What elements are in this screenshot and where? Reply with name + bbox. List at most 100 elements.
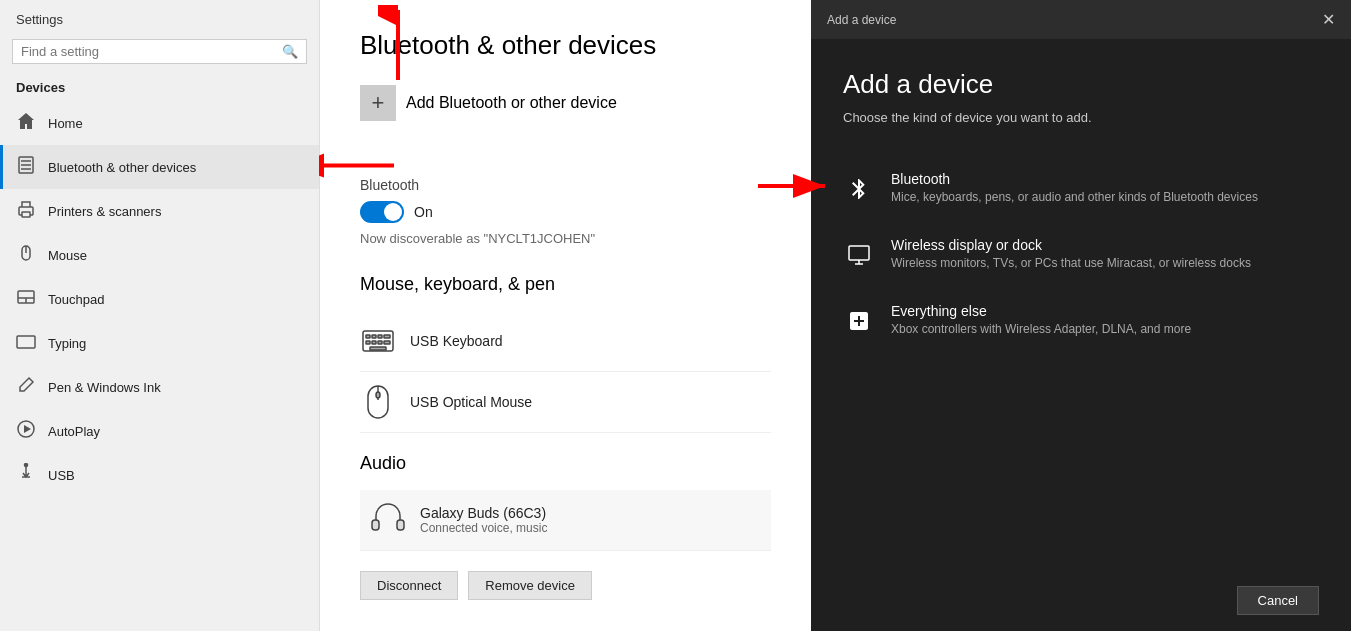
add-device-label: Add Bluetooth or other device — [406, 94, 617, 112]
monitor-icon — [843, 239, 875, 271]
cancel-button[interactable]: Cancel — [1237, 586, 1319, 615]
svg-rect-42 — [849, 246, 869, 260]
svg-rect-33 — [384, 341, 390, 344]
list-item: USB Keyboard — [360, 311, 771, 372]
subsection-title-audio: Audio — [360, 453, 771, 474]
device-name: USB Optical Mouse — [410, 394, 532, 410]
list-item: Galaxy Buds (66C3) Connected voice, musi… — [360, 490, 771, 551]
autoplay-icon — [16, 419, 36, 443]
sidebar-item-printers[interactable]: Printers & scanners — [0, 189, 319, 233]
sidebar-item-label: Printers & scanners — [48, 204, 161, 219]
typing-icon — [16, 331, 36, 355]
wireless-display-option[interactable]: Wireless display or dock Wireless monito… — [843, 221, 1319, 287]
overlay-footer: Cancel — [811, 570, 1351, 631]
plus-icon — [843, 305, 875, 337]
subsection-title-mouse: Mouse, keyboard, & pen — [360, 274, 771, 295]
option-sub: Xbox controllers with Wireless Adapter, … — [891, 322, 1191, 336]
sidebar-item-label: Touchpad — [48, 292, 104, 307]
svg-point-37 — [376, 392, 380, 398]
sidebar-item-touchpad[interactable]: Touchpad — [0, 277, 319, 321]
svg-rect-27 — [372, 335, 376, 338]
svg-rect-31 — [372, 341, 376, 344]
svg-rect-26 — [366, 335, 370, 338]
everything-else-option-info: Everything else Xbox controllers with Wi… — [891, 303, 1191, 336]
svg-rect-39 — [397, 520, 404, 530]
svg-marker-21 — [24, 425, 31, 433]
bluetooth-sidebar-icon — [16, 155, 36, 179]
sidebar-item-bluetooth[interactable]: Bluetooth & other devices — [0, 145, 319, 189]
bluetooth-section-label: Bluetooth — [360, 177, 771, 193]
svg-rect-38 — [372, 520, 379, 530]
keyboard-icon — [360, 323, 396, 359]
overlay-title: Add a device — [843, 69, 1319, 100]
sidebar-item-typing[interactable]: Typing — [0, 321, 319, 365]
sidebar-item-label: Bluetooth & other devices — [48, 160, 196, 175]
search-box[interactable]: 🔍 — [12, 39, 307, 64]
main-panel: Bluetooth & other devices + Add Bluetoot… — [320, 0, 811, 631]
option-title: Wireless display or dock — [891, 237, 1251, 253]
sidebar-item-label: Home — [48, 116, 83, 131]
option-title: Bluetooth — [891, 171, 1258, 187]
svg-rect-13 — [17, 336, 35, 348]
sidebar-item-usb[interactable]: USB — [0, 453, 319, 497]
home-icon — [16, 111, 36, 135]
discoverable-text: Now discoverable as "NYCLT1JCOHEN" — [360, 231, 771, 246]
sidebar-item-label: USB — [48, 468, 75, 483]
sidebar-item-label: Typing — [48, 336, 86, 351]
svg-rect-7 — [22, 212, 30, 217]
everything-else-option[interactable]: Everything else Xbox controllers with Wi… — [843, 287, 1319, 353]
headset-icon — [370, 502, 406, 538]
svg-rect-30 — [366, 341, 370, 344]
device-sub: Connected voice, music — [420, 521, 547, 535]
device-info: Galaxy Buds (66C3) Connected voice, musi… — [420, 505, 547, 535]
svg-rect-34 — [370, 347, 386, 350]
overlay-subtitle: Choose the kind of device you want to ad… — [843, 110, 1319, 125]
option-sub: Mice, keyboards, pens, or audio and othe… — [891, 190, 1258, 204]
pen-icon — [16, 375, 36, 399]
sidebar-section-title: Devices — [0, 74, 319, 101]
svg-point-22 — [25, 464, 28, 467]
sidebar-item-label: Pen & Windows Ink — [48, 380, 161, 395]
sidebar-item-pen[interactable]: Pen & Windows Ink — [0, 365, 319, 409]
close-icon[interactable]: ✕ — [1322, 10, 1335, 29]
device-info: USB Keyboard — [410, 333, 503, 349]
overlay-header-title: Add a device — [827, 13, 896, 27]
list-item: USB Optical Mouse — [360, 372, 771, 433]
printer-icon — [16, 199, 36, 223]
wireless-display-option-info: Wireless display or dock Wireless monito… — [891, 237, 1251, 270]
option-title: Everything else — [891, 303, 1191, 319]
sidebar-item-home[interactable]: Home — [0, 101, 319, 145]
add-device-button[interactable]: + Add Bluetooth or other device — [360, 85, 617, 121]
mouse-device-icon — [360, 384, 396, 420]
bluetooth-option-info: Bluetooth Mice, keyboards, pens, or audi… — [891, 171, 1258, 204]
disconnect-button[interactable]: Disconnect — [360, 571, 458, 600]
search-input[interactable] — [21, 44, 282, 59]
add-device-panel: Add a device ✕ Add a device Choose the k… — [811, 0, 1351, 631]
touchpad-icon — [16, 287, 36, 311]
bluetooth-option[interactable]: Bluetooth Mice, keyboards, pens, or audi… — [843, 155, 1319, 221]
bluetooth-toggle[interactable] — [360, 201, 404, 223]
app-title: Settings — [0, 0, 319, 33]
sidebar-item-label: AutoPlay — [48, 424, 100, 439]
bluetooth-toggle-row: On — [360, 201, 771, 223]
add-icon: + — [360, 85, 396, 121]
option-sub: Wireless monitors, TVs, or PCs that use … — [891, 256, 1251, 270]
overlay-header: Add a device ✕ — [811, 0, 1351, 39]
bluetooth-status: On — [414, 204, 433, 220]
device-info: USB Optical Mouse — [410, 394, 532, 410]
page-title: Bluetooth & other devices — [360, 30, 771, 61]
device-actions: Disconnect Remove device — [360, 571, 771, 600]
remove-device-button[interactable]: Remove device — [468, 571, 592, 600]
device-name: USB Keyboard — [410, 333, 503, 349]
sidebar-item-label: Mouse — [48, 248, 87, 263]
sidebar-item-autoplay[interactable]: AutoPlay — [0, 409, 319, 453]
svg-rect-32 — [378, 341, 382, 344]
sidebar-item-mouse[interactable]: Mouse — [0, 233, 319, 277]
usb-icon — [16, 463, 36, 487]
sidebar: Settings 🔍 Devices Home Bluetooth & othe… — [0, 0, 320, 631]
search-icon: 🔍 — [282, 44, 298, 59]
device-name: Galaxy Buds (66C3) — [420, 505, 547, 521]
svg-rect-29 — [384, 335, 390, 338]
overlay-body: Add a device Choose the kind of device y… — [811, 39, 1351, 570]
mouse-icon — [16, 243, 36, 267]
